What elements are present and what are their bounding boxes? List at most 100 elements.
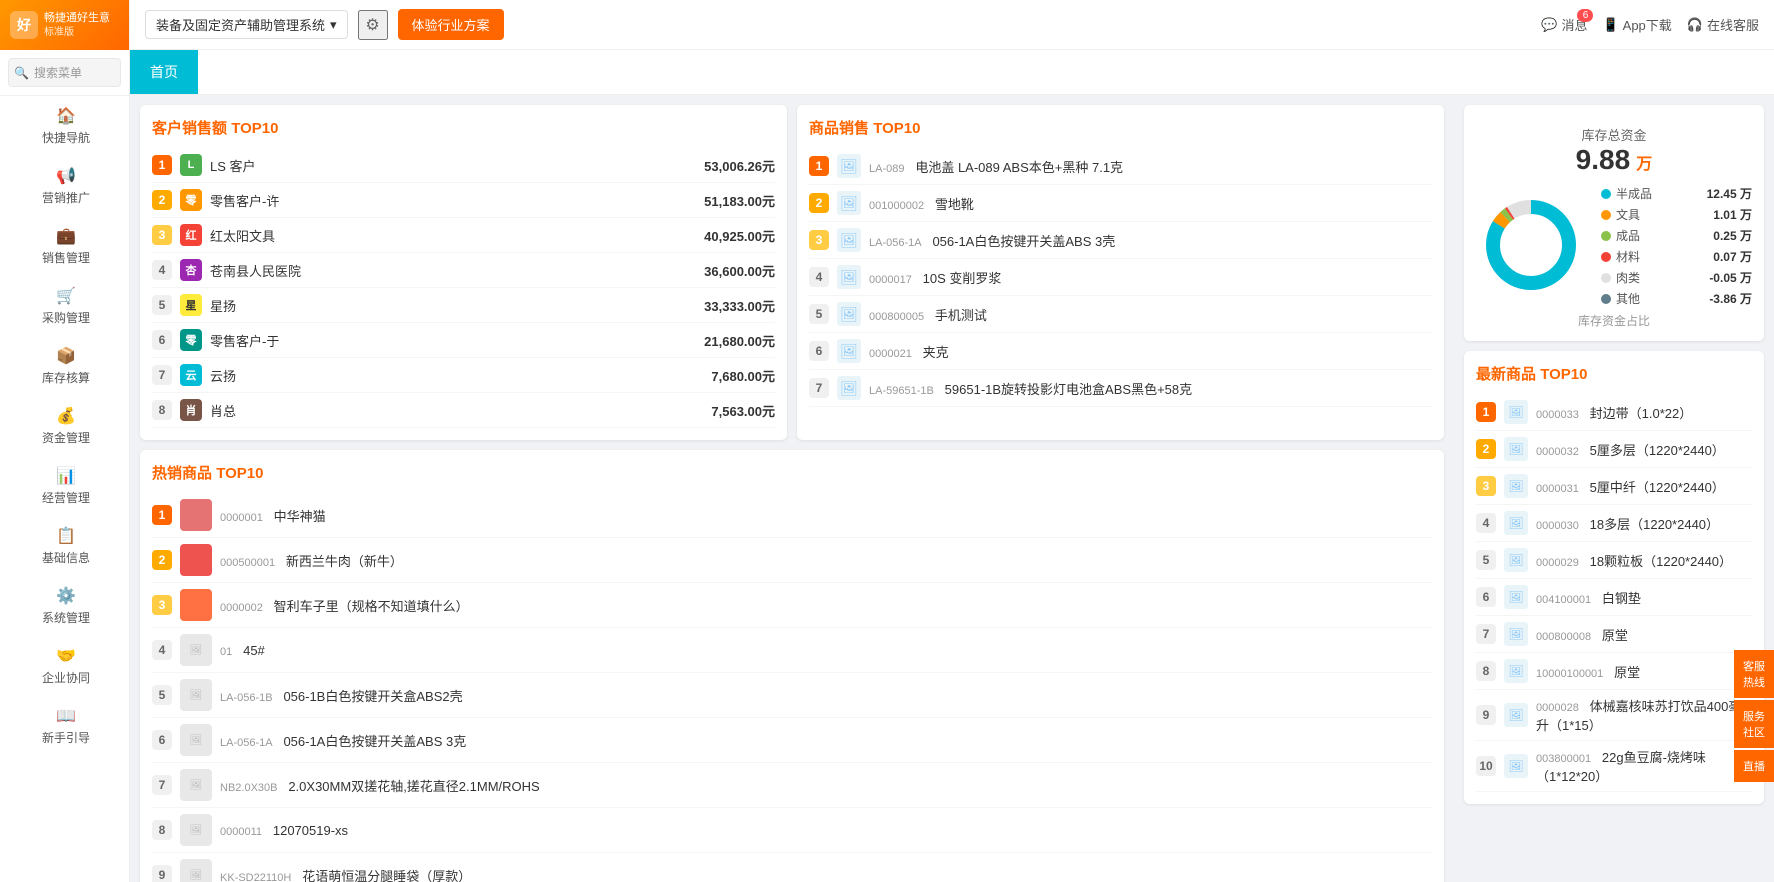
customer-rank-item: 6 零 零售客户-于 21,680.00元: [152, 323, 775, 358]
hot-product-item: 9 🖼 KK-SD22110H 花语萌恒温分腿睡袋（厚款）: [152, 853, 1432, 882]
nav-icon: 📖: [56, 706, 76, 726]
hot-product-info: 0000011 12070519-xs: [220, 823, 1432, 838]
search-icon: 🔍: [14, 66, 29, 80]
inventory-card: 库存总资金 9.88 万: [1464, 105, 1764, 341]
product-sales-item: 3 🖼 LA-056-1A 056-1A白色按键开关盖ABS 3壳: [809, 222, 1432, 259]
hot-product-info: 000500001 新西兰牛肉（新牛）: [220, 551, 1432, 570]
sidebar-item-销售管理[interactable]: 💼销售管理: [0, 216, 129, 276]
product-img-placeholder: 🖼: [837, 154, 861, 178]
right-panel: 库存总资金 9.88 万: [1454, 95, 1774, 882]
product-img-placeholder: 🖼: [1504, 548, 1528, 572]
customer-name: 零售客户-于: [210, 331, 696, 350]
product-info: 000800005 手机测试: [869, 305, 1432, 324]
nav-label: 系统管理: [42, 609, 90, 626]
newest-product-item: 8 🖼 10000100001 原堂: [1476, 653, 1752, 690]
sidebar-item-库存核算[interactable]: 📦库存核算: [0, 336, 129, 396]
product-name: 056-1B白色按键开关盒ABS2壳: [283, 689, 462, 704]
img-icon: 🖼: [190, 825, 203, 836]
product-info: LA-59651-1B 59651-1B旋转投影灯电池盒ABS黑色+58克: [869, 379, 1432, 398]
float-btn-直播[interactable]: 直播: [1734, 750, 1774, 782]
customer-avatar: 零: [180, 329, 202, 351]
legend-value: 12.45 万: [1707, 185, 1752, 202]
rank-number: 2: [152, 190, 172, 210]
product-info: LA-089 电池盖 LA-089 ABS本色+黑种 7.1克: [869, 157, 1432, 176]
newest-product-item: 2 🖼 0000032 5厘多层（1220*2440）: [1476, 431, 1752, 468]
nav-icon: 💼: [56, 226, 76, 246]
message-button[interactable]: 💬 消息 6: [1541, 15, 1587, 34]
sidebar-item-企业协同[interactable]: 🤝企业协同: [0, 636, 129, 696]
legend-name: 文具: [1616, 206, 1708, 223]
image-icon: 🖼: [840, 380, 858, 397]
hot-product-info: NB2.0X30B 2.0X30MM双搓花轴,搓花直径2.1MM/ROHS: [220, 776, 1432, 795]
sidebar-item-系统管理[interactable]: ⚙️ 系统管理: [0, 576, 129, 636]
sidebar-item-基础信息[interactable]: 📋基础信息: [0, 516, 129, 576]
product-name: 封边带（1.0*22）: [1590, 406, 1693, 421]
legend-item: 其他 -3.86 万: [1601, 290, 1752, 307]
float-btn-客服热线[interactable]: 客服热线: [1734, 650, 1774, 698]
online-service-button[interactable]: 🎧 在线客服: [1687, 15, 1759, 34]
rank-number: 5: [1476, 550, 1496, 570]
hot-product-info: 0000001 中华神猫: [220, 506, 1432, 525]
newest-product-info: 0000032 5厘多层（1220*2440）: [1536, 440, 1752, 459]
inventory-legend: 半成品 12.45 万 文具 1.01 万 成品 0.25 万 材料 0.07 …: [1601, 185, 1752, 307]
product-name: 5厘中纤（1220*2440）: [1590, 480, 1725, 495]
product-code: 0000031: [1536, 483, 1579, 495]
product-code: LA-089: [869, 163, 904, 175]
system-selector[interactable]: 装备及固定资产辅助管理系统 ▾: [145, 10, 348, 39]
customer-rank-card: 客户销售额 TOP10 1 L LS 客户 53,006.26元 2 零 零售客…: [140, 105, 787, 440]
image-icon: 🖼: [1508, 708, 1523, 722]
hot-product-item: 3 0000002 智利车子里（规格不知道填什么）: [152, 583, 1432, 628]
product-sales-rank-card: 商品销售 TOP10 1 🖼 LA-089 电池盖 LA-089 ABS本色+黑…: [797, 105, 1444, 440]
trial-button[interactable]: 体验行业方案: [398, 9, 504, 40]
image-icon: 🖼: [840, 306, 858, 323]
customer-avatar: 杏: [180, 259, 202, 281]
sidebar-item-营销推广[interactable]: 📢营销推广: [0, 156, 129, 216]
newest-product-item: 3 🖼 0000031 5厘中纤（1220*2440）: [1476, 468, 1752, 505]
product-name: 12070519-xs: [273, 823, 348, 838]
float-btn-服务社区[interactable]: 服务社区: [1734, 700, 1774, 748]
product-img-placeholder: 🖼: [1504, 400, 1528, 424]
product-img-placeholder: 🖼: [837, 228, 861, 252]
app-download-button[interactable]: 📱 App下载: [1602, 15, 1671, 34]
settings-button[interactable]: ⚙: [358, 10, 388, 40]
customer-value: 7,680.00元: [711, 366, 775, 385]
legend-value: 1.01 万: [1713, 206, 1752, 223]
chevron-down-icon: ▾: [330, 17, 337, 33]
hot-product-info: 01 45#: [220, 643, 1432, 658]
legend-dot: [1601, 189, 1611, 199]
rank-number: 9: [152, 865, 172, 882]
image-icon: 🖼: [1508, 759, 1523, 773]
product-name: 雪地靴: [935, 197, 974, 212]
search-menu-button[interactable]: 🔍 搜索菜单: [8, 58, 121, 87]
main-area: 装备及固定资产辅助管理系统 ▾ ⚙ 体验行业方案 💬 消息 6 📱 App下载 …: [130, 0, 1774, 882]
product-name: 智利车子里（规格不知道填什么）: [274, 599, 469, 614]
product-name: 59651-1B旋转投影灯电池盒ABS黑色+58克: [945, 382, 1192, 397]
nav-icon: ⚙️: [56, 586, 76, 606]
product-sales-title: 商品销售 TOP10: [809, 117, 1432, 138]
newest-product-info: 0000028 体械嘉核味苏打饮品400毫升（1*15）: [1536, 696, 1752, 734]
customer-value: 21,680.00元: [704, 331, 775, 350]
legend-dot: [1601, 252, 1611, 262]
sidebar-item-资金管理[interactable]: 💰资金管理: [0, 396, 129, 456]
rank-number: 9: [1476, 705, 1496, 725]
newest-product-info: 0000030 18多层（1220*2440）: [1536, 514, 1752, 533]
sidebar: 好 畅捷通好生意 标准版 🔍 搜索菜单 🏠快捷导航📢营销推广💼销售管理🛒采购管理…: [0, 0, 130, 882]
legend-name: 半成品: [1616, 185, 1702, 202]
product-code: 0000030: [1536, 520, 1579, 532]
sidebar-item-采购管理[interactable]: 🛒采购管理: [0, 276, 129, 336]
nav-label: 采购管理: [42, 309, 90, 326]
newest-product-info: 000800008 原堂: [1536, 625, 1752, 644]
hot-products-list: 1 0000001 中华神猫 2 000500001 新西兰牛肉（新牛） 3 0…: [152, 493, 1432, 882]
customer-avatar: 红: [180, 224, 202, 246]
main-content: 客户销售额 TOP10 1 L LS 客户 53,006.26元 2 零 零售客…: [130, 95, 1454, 882]
logo-icon: 好: [10, 11, 38, 39]
sidebar-item-经营管理[interactable]: 📊经营管理: [0, 456, 129, 516]
sidebar-item-新手引导[interactable]: 📖新手引导: [0, 696, 129, 756]
product-img-placeholder: 🖼: [180, 679, 212, 711]
page-tab-首页[interactable]: 首页: [130, 50, 198, 94]
sidebar-item-快捷导航[interactable]: 🏠快捷导航: [0, 96, 129, 156]
legend-name: 肉类: [1616, 269, 1704, 286]
hot-product-item: 1 0000001 中华神猫: [152, 493, 1432, 538]
rank-number: 8: [152, 400, 172, 420]
content-area: 客户销售额 TOP10 1 L LS 客户 53,006.26元 2 零 零售客…: [130, 95, 1774, 882]
